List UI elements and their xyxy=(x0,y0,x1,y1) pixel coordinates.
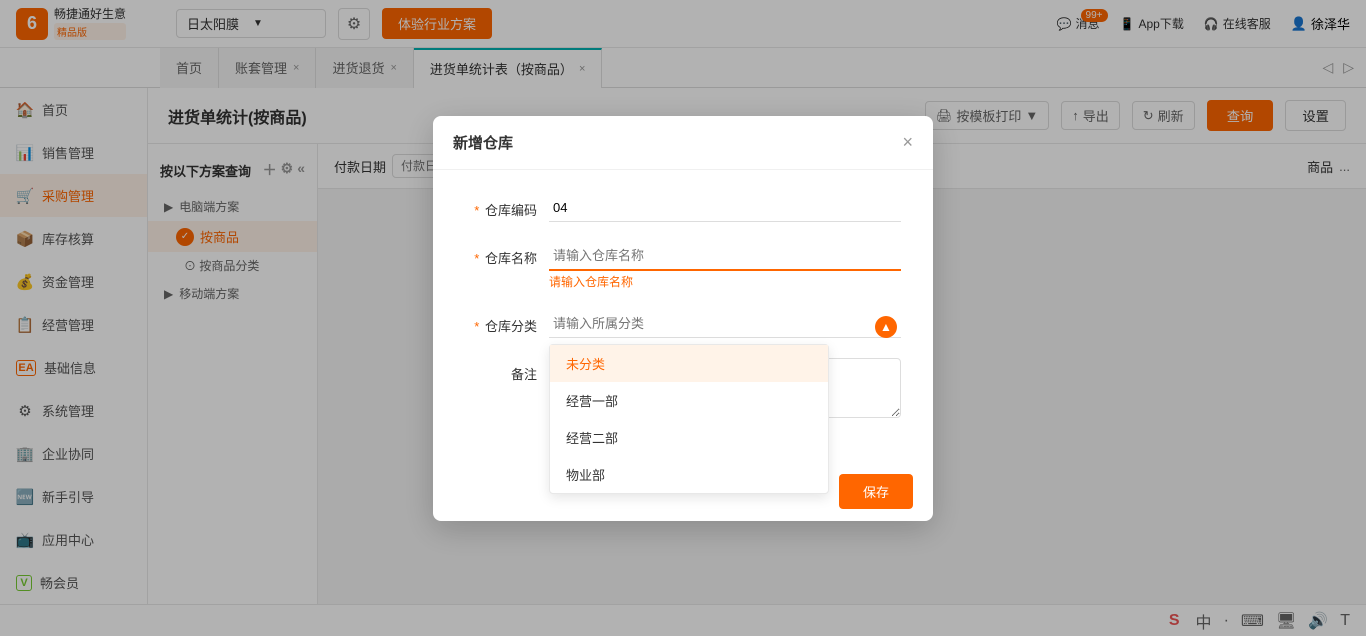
dropdown-item-operation2[interactable]: 经营二部 xyxy=(550,419,828,456)
dialog-body: * 仓库编码 * 仓库名称 请输入仓库名称 xyxy=(433,170,933,462)
warehouse-code-row: * 仓库编码 xyxy=(465,194,901,222)
warehouse-code-label: * 仓库编码 xyxy=(465,194,537,219)
dialog-close-button[interactable]: × xyxy=(902,132,913,153)
warehouse-category-input[interactable] xyxy=(549,310,901,338)
warehouse-name-row: * 仓库名称 请输入仓库名称 xyxy=(465,242,901,290)
warehouse-category-wrapper: ▲ 未分类 经营一部 经营二部 物业部 xyxy=(549,310,901,338)
warehouse-name-input[interactable] xyxy=(549,242,901,271)
dropdown-item-operation1[interactable]: 经营一部 xyxy=(550,382,828,419)
warehouse-dialog: 新增仓库 × * 仓库编码 * 仓库名称 xyxy=(433,116,933,521)
warehouse-code-wrapper xyxy=(549,194,901,222)
dropdown-toggle-button[interactable]: ▲ xyxy=(875,316,897,338)
dialog-header: 新增仓库 × xyxy=(433,116,933,170)
required-mark3: * xyxy=(474,319,479,334)
dropdown-item-property[interactable]: 物业部 xyxy=(550,456,828,493)
warehouse-category-label: * 仓库分类 xyxy=(465,310,537,335)
required-mark2: * xyxy=(474,251,479,266)
warehouse-name-label: * 仓库名称 xyxy=(465,242,537,267)
category-dropdown-list: 未分类 经营一部 经营二部 物业部 xyxy=(549,344,829,494)
warehouse-category-row: * 仓库分类 ▲ 未分类 经营一部 经营二部 物业部 xyxy=(465,310,901,338)
overlay[interactable]: 新增仓库 × * 仓库编码 * 仓库名称 xyxy=(0,0,1366,636)
warehouse-name-wrapper: 请输入仓库名称 xyxy=(549,242,901,290)
dropdown-item-uncategorized[interactable]: 未分类 xyxy=(550,345,828,382)
warehouse-name-error: 请输入仓库名称 xyxy=(549,273,901,290)
required-mark: * xyxy=(474,203,479,218)
warehouse-code-input[interactable] xyxy=(549,194,901,222)
save-button[interactable]: 保存 xyxy=(839,474,913,509)
dialog-title: 新增仓库 xyxy=(453,132,513,153)
notes-label: 备注 xyxy=(465,358,537,383)
